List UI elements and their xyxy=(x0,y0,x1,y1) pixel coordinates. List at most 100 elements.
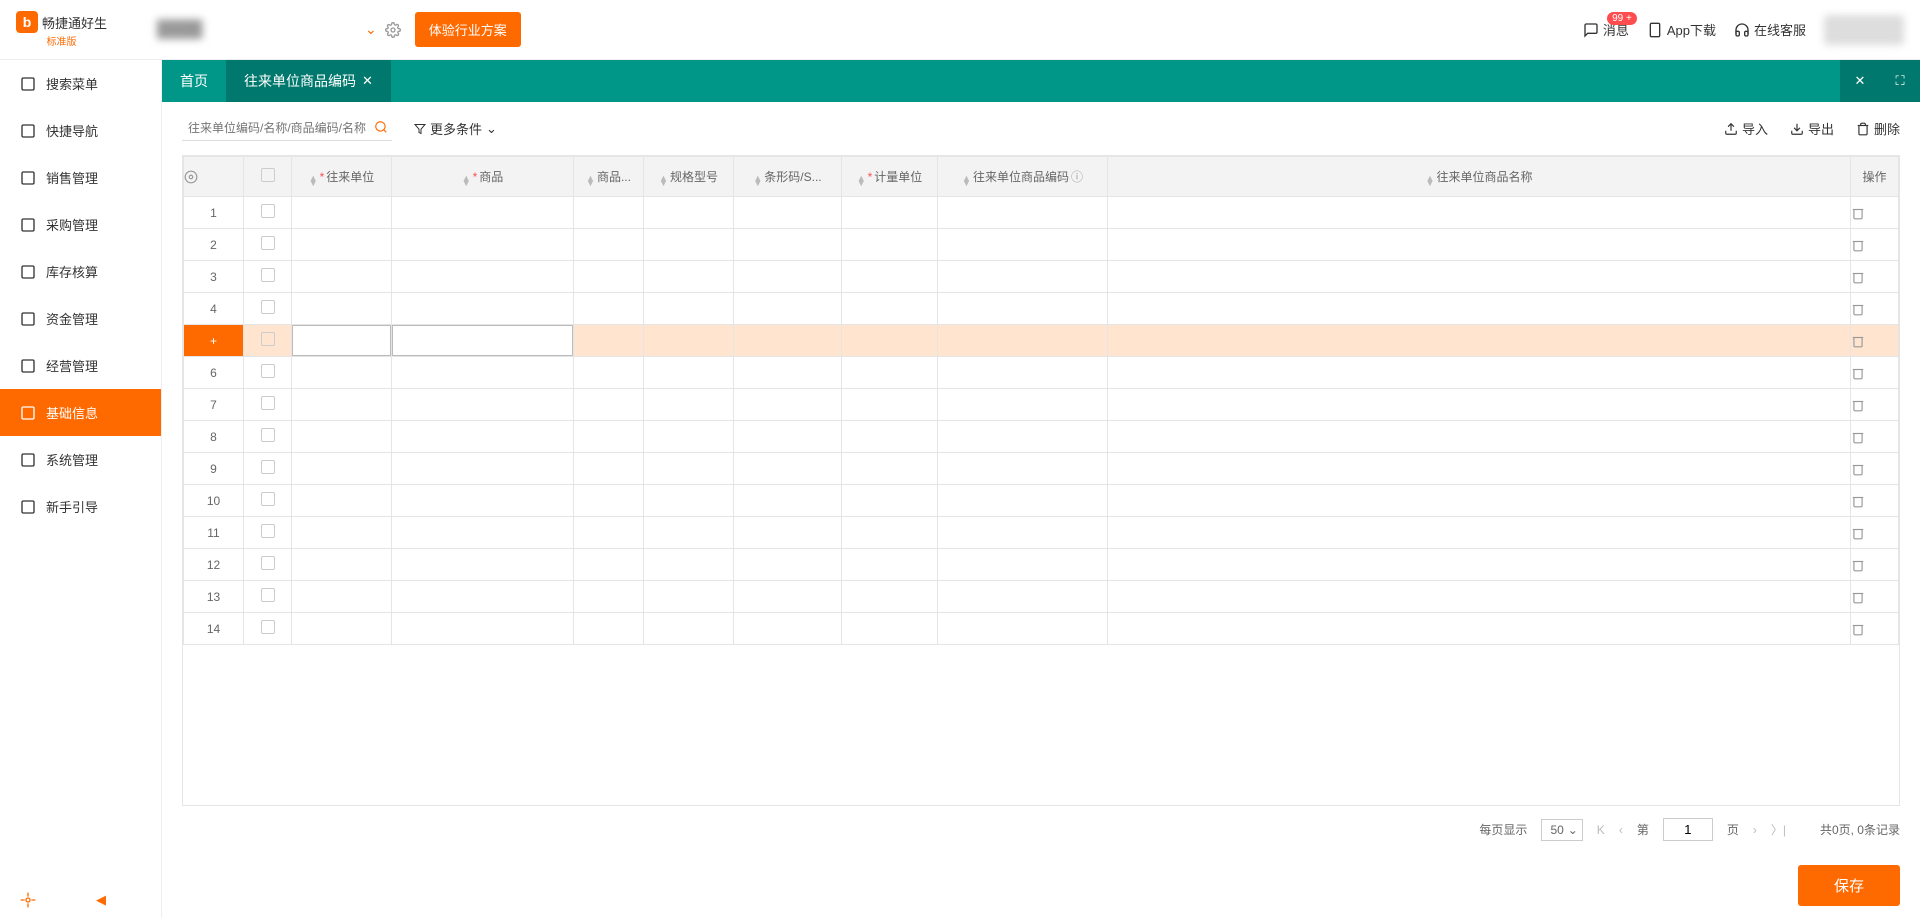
cell-product-ext[interactable] xyxy=(574,197,644,229)
trash-icon[interactable] xyxy=(1851,302,1898,316)
delete-button[interactable]: 删除 xyxy=(1856,119,1900,138)
cell-product[interactable] xyxy=(392,325,574,357)
cell-pname[interactable] xyxy=(1108,389,1851,421)
trash-icon[interactable] xyxy=(1851,462,1898,476)
sidebar-item-9[interactable]: 新手引导 xyxy=(0,483,161,530)
table-row[interactable]: 1 xyxy=(184,197,1899,229)
cell-uom[interactable] xyxy=(842,581,938,613)
cell-spec[interactable] xyxy=(644,357,734,389)
cell-unit[interactable] xyxy=(292,613,392,645)
table-row[interactable]: 14 xyxy=(184,613,1899,645)
cell-spec[interactable] xyxy=(644,549,734,581)
cell-spec[interactable] xyxy=(644,293,734,325)
column-unit[interactable]: ▲▼*往来单位 xyxy=(292,157,392,197)
collapse-icon[interactable]: ◀ xyxy=(96,892,106,908)
cell-pcode[interactable] xyxy=(938,293,1108,325)
cell-product-ext[interactable] xyxy=(574,549,644,581)
cell-spec[interactable] xyxy=(644,197,734,229)
page-input[interactable] xyxy=(1663,818,1713,841)
cell-unit[interactable] xyxy=(292,293,392,325)
cell-pcode[interactable] xyxy=(938,581,1108,613)
table-row[interactable]: 6 xyxy=(184,357,1899,389)
cell-spec[interactable] xyxy=(644,485,734,517)
cell-spec[interactable] xyxy=(644,453,734,485)
sidebar-item-1[interactable]: 快捷导航 xyxy=(0,107,161,154)
cell-barcode[interactable] xyxy=(734,613,842,645)
trash-icon[interactable] xyxy=(1851,238,1898,252)
cell-pcode[interactable] xyxy=(938,453,1108,485)
sidebar-item-2[interactable]: 销售管理 xyxy=(0,154,161,201)
column-partner-name[interactable]: ▲▼往来单位商品名称 xyxy=(1108,157,1851,197)
cell-uom[interactable] xyxy=(842,517,938,549)
cell-pname[interactable] xyxy=(1108,485,1851,517)
prev-page-icon[interactable]: ‹ xyxy=(1619,823,1623,837)
row-delete[interactable] xyxy=(1851,293,1899,325)
cell-barcode[interactable] xyxy=(734,293,842,325)
settings-icon[interactable] xyxy=(20,892,36,908)
cell-barcode[interactable] xyxy=(734,357,842,389)
cell-barcode[interactable] xyxy=(734,325,842,357)
cell-uom[interactable] xyxy=(842,485,938,517)
cell-spec[interactable] xyxy=(644,581,734,613)
trash-icon[interactable] xyxy=(1851,590,1898,604)
cell-barcode[interactable] xyxy=(734,581,842,613)
cell-product[interactable] xyxy=(392,197,574,229)
cell-unit[interactable] xyxy=(292,389,392,421)
cell-barcode[interactable] xyxy=(734,549,842,581)
row-checkbox[interactable] xyxy=(244,613,292,645)
cell-barcode[interactable] xyxy=(734,389,842,421)
next-page-icon[interactable]: › xyxy=(1753,823,1757,837)
table-row[interactable]: 8 xyxy=(184,421,1899,453)
cell-uom[interactable] xyxy=(842,549,938,581)
import-button[interactable]: 导入 xyxy=(1724,119,1768,138)
table-row[interactable]: 7 xyxy=(184,389,1899,421)
table-row[interactable]: 9 xyxy=(184,453,1899,485)
row-checkbox[interactable] xyxy=(244,357,292,389)
cell-spec[interactable] xyxy=(644,517,734,549)
row-checkbox[interactable] xyxy=(244,197,292,229)
cell-unit[interactable] xyxy=(292,581,392,613)
sidebar-item-7[interactable]: 基础信息 xyxy=(0,389,161,436)
cell-product[interactable] xyxy=(392,581,574,613)
table-row[interactable]: + xyxy=(184,325,1899,357)
cell-pname[interactable] xyxy=(1108,229,1851,261)
cell-unit[interactable] xyxy=(292,261,392,293)
row-delete[interactable] xyxy=(1851,229,1899,261)
table-row[interactable]: 3 xyxy=(184,261,1899,293)
cell-product[interactable] xyxy=(392,261,574,293)
cell-product[interactable] xyxy=(392,421,574,453)
sidebar-item-8[interactable]: 系统管理 xyxy=(0,436,161,483)
cell-pcode[interactable] xyxy=(938,517,1108,549)
cell-product-ext[interactable] xyxy=(574,517,644,549)
column-select-all[interactable] xyxy=(244,157,292,197)
table-row[interactable]: 13 xyxy=(184,581,1899,613)
trash-icon[interactable] xyxy=(1851,558,1898,572)
cell-unit[interactable] xyxy=(292,549,392,581)
row-checkbox[interactable] xyxy=(244,389,292,421)
cell-pname[interactable] xyxy=(1108,613,1851,645)
cell-unit[interactable] xyxy=(292,517,392,549)
trash-icon[interactable] xyxy=(1851,526,1898,540)
cell-product[interactable] xyxy=(392,229,574,261)
cell-uom[interactable] xyxy=(842,293,938,325)
row-checkbox[interactable] xyxy=(244,549,292,581)
column-product[interactable]: ▲▼*商品 xyxy=(392,157,574,197)
cell-barcode[interactable] xyxy=(734,229,842,261)
sidebar-item-5[interactable]: 资金管理 xyxy=(0,295,161,342)
table-row[interactable]: 4 xyxy=(184,293,1899,325)
trash-icon[interactable] xyxy=(1851,206,1898,220)
row-delete[interactable] xyxy=(1851,357,1899,389)
cell-product-ext[interactable] xyxy=(574,261,644,293)
cell-spec[interactable] xyxy=(644,325,734,357)
cell-product[interactable] xyxy=(392,549,574,581)
trash-icon[interactable] xyxy=(1851,270,1898,284)
cell-pname[interactable] xyxy=(1108,357,1851,389)
cell-pcode[interactable] xyxy=(938,485,1108,517)
cell-product-ext[interactable] xyxy=(574,293,644,325)
row-delete[interactable] xyxy=(1851,197,1899,229)
cell-uom[interactable] xyxy=(842,613,938,645)
add-row-icon[interactable]: + xyxy=(205,332,223,350)
cell-pname[interactable] xyxy=(1108,261,1851,293)
cell-spec[interactable] xyxy=(644,421,734,453)
row-checkbox[interactable] xyxy=(244,293,292,325)
